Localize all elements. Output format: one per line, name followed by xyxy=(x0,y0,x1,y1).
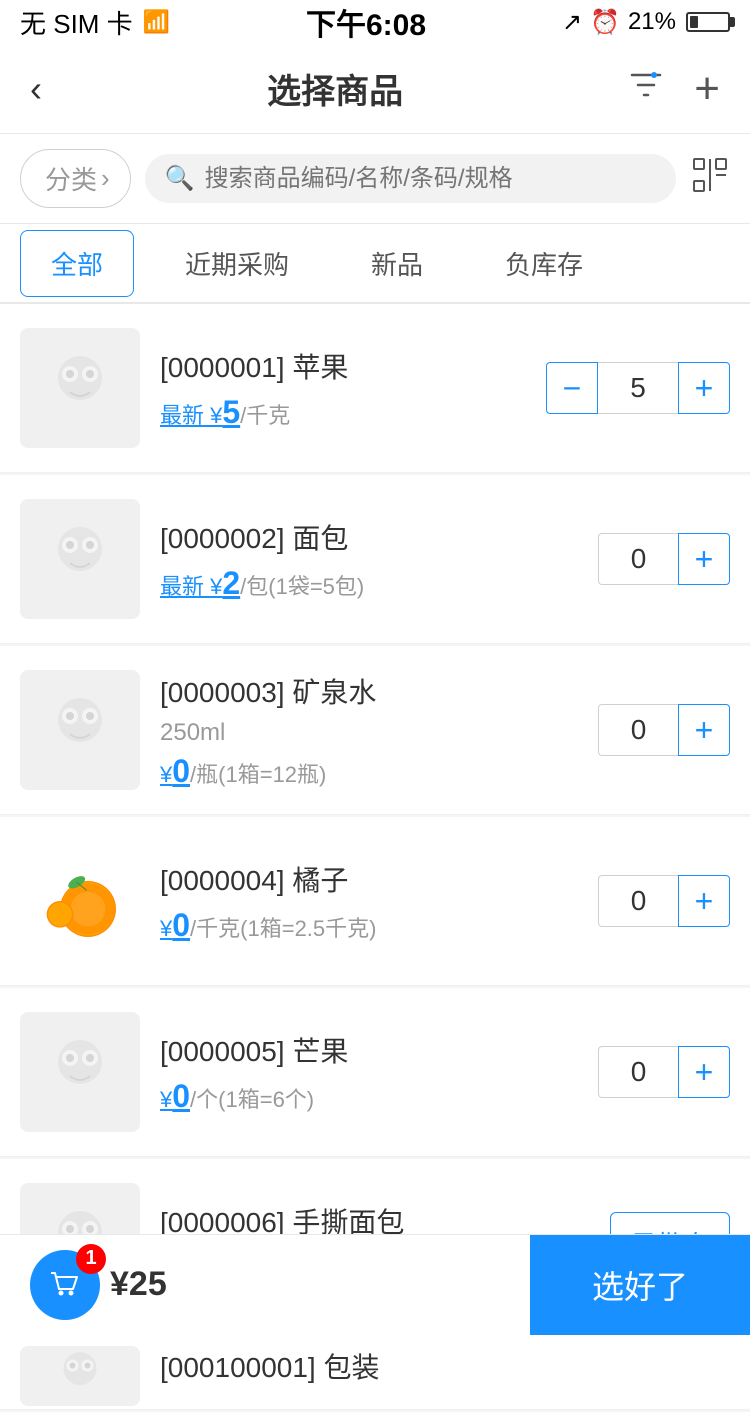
cart-button[interactable]: 1 xyxy=(30,1250,100,1320)
status-left: 无 SIM 卡 📶 xyxy=(20,4,170,41)
nav-actions: + xyxy=(628,64,720,114)
add-button[interactable]: + xyxy=(694,64,720,114)
product-price: 最新 ¥2/包(1袋=5包) xyxy=(160,565,578,602)
product-name: [000100001] 包装 xyxy=(160,1346,730,1386)
product-name: [0000002] 面包 xyxy=(160,517,578,557)
confirm-button[interactable]: 选好了 xyxy=(530,1235,750,1335)
product-item: [0000005] 芒果 ¥0/个(1箱=6个) + xyxy=(0,988,750,1157)
cart-badge: 1 xyxy=(76,1244,106,1274)
cart-area: 1 ¥25 xyxy=(0,1250,530,1320)
carrier-text: 无 SIM 卡 xyxy=(20,4,133,41)
status-time: 下午6:08 xyxy=(306,0,426,44)
product-item: [0000001] 苹果 最新 ¥5/千克 − + xyxy=(0,304,750,473)
product-price: ¥0/瓶(1箱=12瓶) xyxy=(160,753,578,790)
tab-new[interactable]: 新品 xyxy=(340,230,454,297)
product-info: [0000002] 面包 最新 ¥2/包(1袋=5包) xyxy=(160,517,578,602)
product-image xyxy=(20,670,140,790)
quantity-input[interactable] xyxy=(598,704,678,756)
product-price: ¥0/个(1箱=6个) xyxy=(160,1078,578,1115)
product-image xyxy=(20,841,140,961)
product-name: [0000005] 芒果 xyxy=(160,1030,578,1070)
wifi-icon: 📶 xyxy=(143,9,170,35)
product-item: [0000003] 矿泉水 250ml ¥0/瓶(1箱=12瓶) + xyxy=(0,646,750,815)
location-icon: ↗ xyxy=(562,8,582,37)
product-image xyxy=(20,328,140,448)
qty-control: + xyxy=(598,1046,730,1098)
product-price: ¥0/千克(1箱=2.5千克) xyxy=(160,907,578,944)
product-info: [0000001] 苹果 最新 ¥5/千克 xyxy=(160,346,526,431)
toolbar: 分类 › 🔍 xyxy=(0,134,750,224)
product-item: [0000004] 橘子 ¥0/千克(1箱=2.5千克) + xyxy=(0,817,750,986)
product-image xyxy=(20,499,140,619)
category-arrow: › xyxy=(101,163,110,194)
search-input[interactable] xyxy=(205,165,656,193)
quantity-minus-button[interactable]: − xyxy=(546,362,598,414)
search-bar: 🔍 xyxy=(145,154,676,203)
tab-recent[interactable]: 近期采购 xyxy=(154,230,320,297)
quantity-input[interactable] xyxy=(598,362,678,414)
quantity-plus-button[interactable]: + xyxy=(678,533,730,585)
scan-icon[interactable] xyxy=(690,155,730,203)
alarm-icon: ⏰ xyxy=(590,8,620,37)
product-item: [0000002] 面包 最新 ¥2/包(1袋=5包) + xyxy=(0,475,750,644)
product-item: [000100001] 包装 xyxy=(0,1330,750,1410)
tab-negative[interactable]: 负库存 xyxy=(474,230,614,297)
page-title: 选择商品 xyxy=(267,64,403,113)
product-spec: 250ml xyxy=(160,719,578,747)
qty-control: + xyxy=(598,875,730,927)
quantity-input[interactable] xyxy=(598,533,678,585)
filter-tabs: 全部 近期采购 新品 负库存 xyxy=(0,224,750,304)
search-icon: 🔍 xyxy=(165,164,195,193)
quantity-input[interactable] xyxy=(598,875,678,927)
category-button[interactable]: 分类 › xyxy=(20,149,131,208)
product-name: [0000004] 橘子 xyxy=(160,859,578,899)
bottom-bar: 1 ¥25 选好了 xyxy=(0,1234,750,1334)
quantity-plus-button[interactable]: + xyxy=(678,875,730,927)
qty-control: − + xyxy=(546,362,730,414)
cart-total: ¥25 xyxy=(110,1265,167,1304)
product-info: [0000003] 矿泉水 250ml ¥0/瓶(1箱=12瓶) xyxy=(160,671,578,790)
quantity-plus-button[interactable]: + xyxy=(678,362,730,414)
qty-control: + xyxy=(598,704,730,756)
status-bar: 无 SIM 卡 📶 下午6:08 ↗ ⏰ 21% xyxy=(0,0,750,44)
product-name: [0000001] 苹果 xyxy=(160,346,526,386)
tab-all[interactable]: 全部 xyxy=(20,230,134,297)
quantity-input[interactable] xyxy=(598,1046,678,1098)
quantity-plus-button[interactable]: + xyxy=(678,704,730,756)
product-info: [0000005] 芒果 ¥0/个(1箱=6个) xyxy=(160,1030,578,1115)
product-info: [000100001] 包装 xyxy=(160,1346,730,1394)
qty-control: + xyxy=(598,533,730,585)
filter-icon[interactable] xyxy=(628,67,664,111)
battery-percent: 21% xyxy=(628,8,676,36)
battery-icon xyxy=(686,12,730,32)
product-info: [0000004] 橘子 ¥0/千克(1箱=2.5千克) xyxy=(160,859,578,944)
status-right: ↗ ⏰ 21% xyxy=(562,8,730,37)
product-name: [0000003] 矿泉水 xyxy=(160,671,578,711)
product-price: 最新 ¥5/千克 xyxy=(160,394,526,431)
product-image xyxy=(20,1346,140,1406)
back-button[interactable]: ‹ xyxy=(30,68,42,110)
category-label: 分类 xyxy=(45,160,97,197)
nav-bar: ‹ 选择商品 + xyxy=(0,44,750,134)
product-image xyxy=(20,1012,140,1132)
quantity-plus-button[interactable]: + xyxy=(678,1046,730,1098)
